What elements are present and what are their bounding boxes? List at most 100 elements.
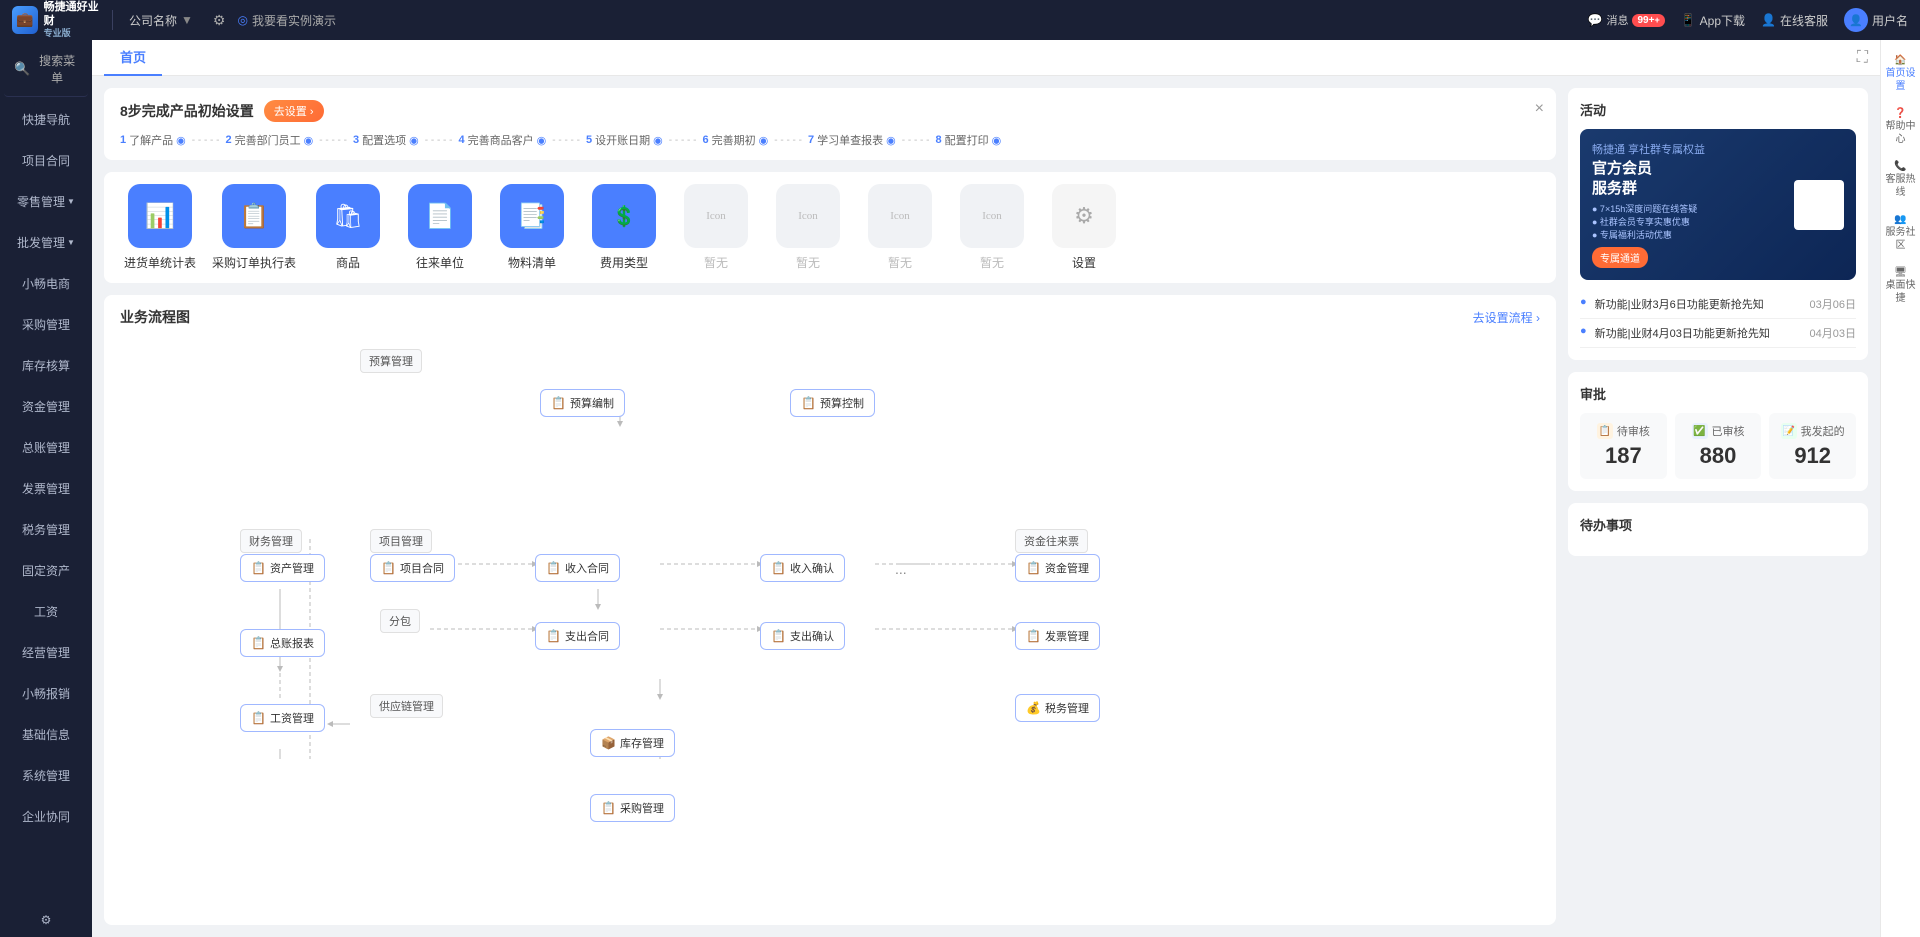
- sidebar-item-wholesale[interactable]: 批发管理 ▼: [4, 224, 88, 261]
- step-7[interactable]: 7 学习单查报表 ◉: [808, 132, 896, 148]
- purchase-mgmt-node[interactable]: 📋 采购管理: [590, 794, 675, 822]
- sidebar-item-ledger[interactable]: 总账管理: [4, 429, 88, 466]
- step-2[interactable]: 2 完善部门员工 ◉: [226, 132, 314, 148]
- sidebar-item-enterprise[interactable]: 企业协同: [4, 798, 88, 835]
- step-5[interactable]: 5 设开账日期 ◉: [586, 132, 663, 148]
- sidebar-item-invoice[interactable]: 发票管理: [4, 470, 88, 507]
- chevron-down-icon: ▼: [67, 238, 75, 247]
- project-contract-node[interactable]: 📋 项目合同: [370, 554, 455, 582]
- app-download-button[interactable]: 📱 App下载: [1681, 12, 1745, 29]
- settings-icon[interactable]: ⚙: [209, 8, 230, 33]
- news-item-1[interactable]: ● 新功能|业财3月6日功能更新抢先知 03月06日: [1580, 290, 1856, 319]
- right-nav-home-settings[interactable]: 🏠 首页设置: [1883, 48, 1919, 99]
- sidebar-item-operations[interactable]: 经营管理: [4, 634, 88, 671]
- subpackage-label: 分包: [380, 609, 420, 633]
- right-nav-hotline[interactable]: 📞 客服热线: [1883, 154, 1919, 205]
- income-contract-node[interactable]: 📋 收入合同: [535, 554, 620, 582]
- expense-confirm-icon: 📋: [771, 629, 786, 643]
- capital-icon: 📋: [1026, 561, 1041, 575]
- asset-mgmt-node[interactable]: 📋 资产管理: [240, 554, 325, 582]
- sidebar-item-ecommerce[interactable]: 小畅电商: [4, 265, 88, 302]
- quick-icons-card: 📊 进货单统计表 📋 采购订单执行表 🛍 商品 📄: [104, 172, 1556, 283]
- sidebar-settings-button[interactable]: ⚙: [0, 903, 92, 937]
- process-settings-link[interactable]: 去设置流程 ›: [1473, 309, 1540, 326]
- ledger-report-node[interactable]: 📋 总账报表: [240, 629, 325, 657]
- purchase-icon: 📋: [601, 801, 616, 815]
- news-item-2[interactable]: ● 新功能|业财4月03日功能更新抢先知 04月03日: [1580, 319, 1856, 348]
- inventory-mgmt-node[interactable]: 📦 库存管理: [590, 729, 675, 757]
- right-nav-help[interactable]: ❓ 帮助中心: [1883, 101, 1919, 152]
- initiated-count: 912: [1775, 443, 1850, 469]
- sidebar-item-payroll[interactable]: 工资: [4, 593, 88, 630]
- initiated-icon: 📝: [1781, 423, 1797, 439]
- fullscreen-button[interactable]: ⛶: [1857, 49, 1868, 67]
- hotline-icon: 📞: [1885, 160, 1917, 173]
- promo-banner[interactable]: 畅捷通 享社群专属权益 官方会员服务群 ● 7×15h深度问题在线答疑 ● 社群…: [1580, 129, 1856, 280]
- quick-icon-settings[interactable]: ⚙ 设置: [1044, 184, 1124, 271]
- sidebar: 🔍 搜索菜单 快捷导航 项目合同 零售管理 ▼ 批发管理 ▼ 小畅电商 采购管理…: [0, 40, 92, 937]
- quick-icon-partners[interactable]: 📄 往来单位: [400, 184, 480, 271]
- invoice-mgmt-node[interactable]: 📋 发票管理: [1015, 622, 1100, 650]
- expense-confirm-node[interactable]: 📋 支出确认: [760, 622, 845, 650]
- salary-mgmt-node[interactable]: 📋 工资管理: [240, 704, 325, 732]
- approval-pending[interactable]: 📋 待审核 187: [1580, 413, 1667, 479]
- capital-mgmt-node[interactable]: 📋 资金管理: [1015, 554, 1100, 582]
- user-menu[interactable]: 👤 用户名: [1844, 8, 1908, 32]
- step-6[interactable]: 6 完善期初 ◉: [703, 132, 769, 148]
- approval-initiated[interactable]: 📝 我发起的 912: [1769, 413, 1856, 479]
- approved-icon: ✅: [1692, 423, 1708, 439]
- tax-mgmt-node[interactable]: 💰 税务管理: [1015, 694, 1100, 722]
- setup-close-button[interactable]: ×: [1535, 100, 1544, 118]
- qr-code: ▦: [1794, 180, 1844, 230]
- sidebar-item-quick-nav[interactable]: 快捷导航: [4, 101, 88, 138]
- sidebar-item-project-contract[interactable]: 项目合同: [4, 142, 88, 179]
- sidebar-item-search[interactable]: 🔍 搜索菜单: [4, 42, 88, 97]
- quick-icon-expense-type[interactable]: 💲 费用类型: [584, 184, 664, 271]
- project-section-label: 项目管理: [370, 529, 432, 553]
- quick-icon-empty-2[interactable]: Icon 暂无: [768, 184, 848, 271]
- step-1[interactable]: 1 了解产品 ◉: [120, 132, 186, 148]
- quick-icon-empty-4[interactable]: Icon 暂无: [952, 184, 1032, 271]
- sidebar-item-basic-info[interactable]: 基础信息: [4, 716, 88, 753]
- demo-link[interactable]: ◎ 我要看实例演示: [237, 12, 336, 29]
- right-nav-community[interactable]: 👥 服务社区: [1883, 207, 1919, 258]
- circle-icon: ◉: [886, 134, 896, 147]
- income-contract-icon: 📋: [546, 561, 561, 575]
- quick-icon-bom[interactable]: 📑 物料清单: [492, 184, 572, 271]
- step-8[interactable]: 8 配置打印 ◉: [936, 132, 1002, 148]
- step-3[interactable]: 3 配置选项 ◉: [353, 132, 419, 148]
- approved-count: 880: [1681, 443, 1756, 469]
- budget-control-node[interactable]: 📋 预算控制: [790, 389, 875, 417]
- sidebar-item-purchase[interactable]: 采购管理: [4, 306, 88, 343]
- sidebar-item-tax[interactable]: 税务管理: [4, 511, 88, 548]
- logo-area: 💼 畅捷通好业财 专业版: [12, 1, 104, 38]
- sidebar-item-expense[interactable]: 小畅报销: [4, 675, 88, 712]
- sidebar-item-inventory[interactable]: 库存核算: [4, 347, 88, 384]
- company-selector[interactable]: 公司名称 ▼: [121, 8, 201, 33]
- online-service-button[interactable]: 👤 在线客服: [1761, 12, 1828, 29]
- budget-make-node[interactable]: 📋 预算编制: [540, 389, 625, 417]
- asset-icon: 📋: [251, 561, 266, 575]
- quick-icon-empty-3[interactable]: Icon 暂无: [860, 184, 940, 271]
- income-confirm-node[interactable]: 📋 收入确认: [760, 554, 845, 582]
- quick-icon-goods[interactable]: 🛍 商品: [308, 184, 388, 271]
- expense-contract-node[interactable]: 📋 支出合同: [535, 622, 620, 650]
- setup-goto-button[interactable]: 去设置 ›: [264, 100, 324, 122]
- right-nav-desktop[interactable]: 🖥 桌面快捷: [1883, 260, 1919, 311]
- inventory-icon: 📦: [601, 736, 616, 750]
- step-4[interactable]: 4 完善商品客户 ◉: [459, 132, 547, 148]
- sidebar-item-capital[interactable]: 资金管理: [4, 388, 88, 425]
- main-scroll: 8步完成产品初始设置 去设置 › × 1 了解产品 ◉ - - - - - 2: [92, 76, 1880, 937]
- project-contract-icon: 📋: [381, 561, 396, 575]
- approval-approved[interactable]: ✅ 已审核 880: [1675, 413, 1762, 479]
- tab-home[interactable]: 首页: [104, 40, 162, 76]
- promo-join-button[interactable]: 专属通道: [1592, 247, 1648, 268]
- quick-icon-purchase-stats[interactable]: 📊 进货单统计表: [120, 184, 200, 271]
- circle-icon: ◉: [759, 134, 769, 147]
- quick-icon-empty-1[interactable]: Icon 暂无: [676, 184, 756, 271]
- sidebar-item-retail[interactable]: 零售管理 ▼: [4, 183, 88, 220]
- sidebar-item-fixed-assets[interactable]: 固定资产: [4, 552, 88, 589]
- quick-icon-purchase-order[interactable]: 📋 采购订单执行表: [212, 184, 296, 271]
- message-button[interactable]: 💬 消息 99++: [1588, 12, 1665, 28]
- sidebar-item-system[interactable]: 系统管理: [4, 757, 88, 794]
